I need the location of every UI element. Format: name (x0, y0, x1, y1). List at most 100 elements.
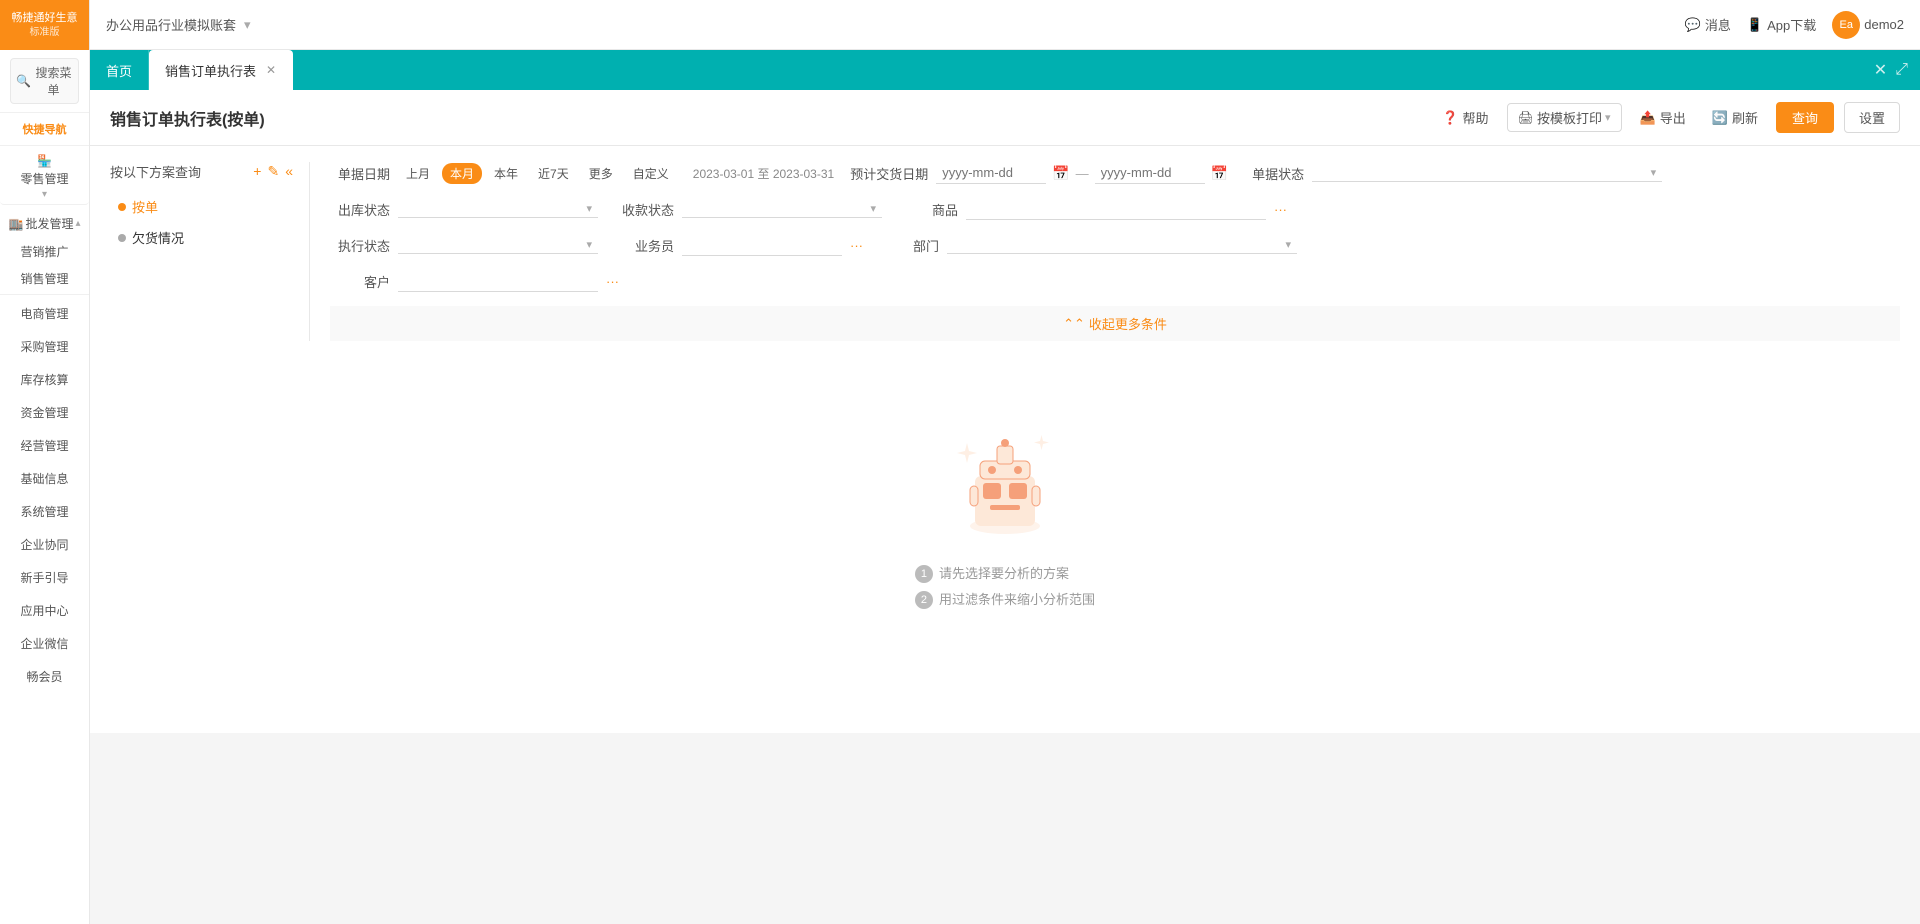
doc-status-select[interactable]: ▾ (1312, 164, 1662, 182)
filter-row-customer: 客户 ··· (330, 270, 1900, 292)
filter-customer-item: 客户 ··· (330, 270, 619, 292)
filter-salesperson-item: 业务员 ··· (614, 234, 863, 256)
date-cal-start-icon[interactable]: 📅 (1052, 165, 1069, 182)
page-header: 销售订单执行表(按单) ❓ 帮助 🖨 按模板打印 ▾ 📤 导出 🔄 刷新 (90, 90, 1920, 146)
active-dot (118, 203, 126, 211)
tip2-num: 2 (915, 591, 933, 609)
edit-scheme-button[interactable]: ✎ (267, 163, 279, 180)
sidebar-item-member[interactable]: 畅会员 (0, 660, 89, 693)
search-menu-button[interactable]: 🔍 搜索菜单 (10, 58, 79, 104)
inactive-dot (118, 234, 126, 242)
receipt-status-select[interactable]: ▾ (682, 200, 882, 218)
logo-text: 畅捷通好生意 标准版 (12, 11, 78, 38)
empty-tips: 1 请先选择要分析的方案 2 用过滤条件来缩小分析范围 (915, 561, 1095, 613)
filter-scheme-按单[interactable]: 按单 (110, 191, 293, 222)
header-breadcrumb: 办公用品行业模拟账套 (106, 15, 236, 34)
sidebar-item-corp-wechat[interactable]: 企业微信 (0, 627, 89, 660)
product-more-icon[interactable]: ··· (1274, 202, 1287, 217)
delivery-status-arrow-icon: ▾ (586, 202, 592, 215)
top-header: 办公用品行业模拟账套 ▾ 💬 消息 📱 App下载 Ea demo2 (90, 0, 1920, 50)
page-actions: ❓ 帮助 🖨 按模板打印 ▾ 📤 导出 🔄 刷新 查询 设置 (1434, 102, 1900, 133)
content-area: 销售订单执行表(按单) ❓ 帮助 🖨 按模板打印 ▾ 📤 导出 🔄 刷新 (90, 90, 1920, 924)
tab-sales-order-exec[interactable]: 销售订单执行表 ✕ (149, 50, 293, 90)
sidebar-item-sales[interactable]: 销售管理 (0, 265, 89, 292)
wholesale-icon: 🏬 (9, 217, 24, 231)
sidebar-item-purchase[interactable]: 采购管理 (0, 330, 89, 363)
filter-receipt-status-item: 收款状态 ▾ (614, 200, 882, 219)
exec-status-arrow-icon: ▾ (586, 238, 592, 251)
date-tab-7days[interactable]: 近7天 (530, 163, 577, 184)
date-tab-this-year[interactable]: 本年 (486, 163, 526, 184)
customer-more-icon[interactable]: ··· (606, 274, 619, 289)
sidebar-item-app-center[interactable]: 应用中心 (0, 594, 89, 627)
filter-delivery-status-item: 出库状态 ▾ (330, 200, 598, 219)
sidebar-logo[interactable]: 畅捷通好生意 标准版 (0, 0, 89, 50)
filter-department-item: 部门 ▾ (879, 236, 1900, 255)
sidebar-item-basic[interactable]: 基础信息 (0, 462, 89, 495)
delivery-status-select[interactable]: ▾ (398, 200, 598, 218)
sidebar-item-retail[interactable]: 🏪 零售管理 ▾ (0, 146, 89, 205)
sidebar: 畅捷通好生意 标准版 🔍 搜索菜单 快捷导航 🏪 零售管理 ▾ 🏬 批发管理 ▴… (0, 0, 90, 924)
filter-product-item: 商品 ··· (898, 198, 1900, 220)
collapse-left-button[interactable]: « (285, 163, 293, 180)
sidebar-item-system[interactable]: 系统管理 (0, 495, 89, 528)
filter-icons: + ✎ « (253, 163, 293, 180)
query-button[interactable]: 查询 (1776, 102, 1834, 133)
sidebar-item-wholesale[interactable]: 🏬 批发管理 ▴ (0, 209, 89, 238)
tab-home[interactable]: 首页 (90, 50, 149, 90)
customer-input[interactable] (398, 270, 598, 292)
quick-nav-label[interactable]: 快捷导航 (8, 117, 81, 141)
chevron-up-icon: ▴ (75, 218, 80, 229)
search-icon: 🔍 (16, 74, 31, 88)
filter-exec-status-item: 执行状态 ▾ (330, 236, 598, 255)
settings-button[interactable]: 设置 (1844, 102, 1900, 133)
refresh-icon: 🔄 (1712, 110, 1728, 126)
date-tab-last-month[interactable]: 上月 (398, 163, 438, 184)
product-label: 商品 (898, 200, 958, 219)
exec-status-select[interactable]: ▾ (398, 236, 598, 254)
date-cal-end-icon[interactable]: 📅 (1211, 165, 1228, 182)
product-input[interactable] (966, 198, 1266, 220)
salesperson-input[interactable] (682, 234, 842, 256)
date-tab-more[interactable]: 更多 (581, 163, 621, 184)
export-button[interactable]: 📤 导出 (1632, 104, 1694, 131)
export-icon: 📤 (1640, 110, 1656, 126)
header-right: 💬 消息 📱 App下载 Ea demo2 (1685, 11, 1904, 39)
empty-state: 1 请先选择要分析的方案 2 用过滤条件来缩小分析范围 (90, 341, 1920, 733)
date-tab-custom[interactable]: 自定义 (625, 163, 677, 184)
sidebar-item-marketing[interactable]: 营销推广 (0, 238, 89, 265)
sidebar-item-newbie[interactable]: 新手引导 (0, 561, 89, 594)
expected-date-start[interactable] (936, 162, 1046, 184)
filter-section: 按以下方案查询 + ✎ « 按单 欠货情况 (90, 146, 1920, 341)
tab-actions: ✕ ⤢ (1874, 60, 1920, 80)
refresh-button[interactable]: 🔄 刷新 (1704, 104, 1766, 131)
sidebar-item-ecommerce[interactable]: 电商管理 (0, 297, 89, 330)
help-button[interactable]: ❓ 帮助 (1434, 104, 1496, 131)
filter-scheme-欠货情况[interactable]: 欠货情况 (110, 222, 293, 253)
add-scheme-button[interactable]: + (253, 163, 261, 180)
receipt-status-label: 收款状态 (614, 200, 674, 219)
message-button[interactable]: 💬 消息 (1685, 15, 1731, 34)
user-profile[interactable]: Ea demo2 (1832, 11, 1904, 39)
tab-close-icon[interactable]: ✕ (266, 63, 276, 77)
filter-left-title: 按以下方案查询 + ✎ « (110, 162, 293, 181)
date-tab-this-month[interactable]: 本月 (442, 163, 482, 184)
sidebar-item-enterprise[interactable]: 企业协同 (0, 528, 89, 561)
tab-expand-button[interactable]: ⤢ (1895, 61, 1908, 79)
app-download-button[interactable]: 📱 App下载 (1747, 15, 1816, 34)
collapse-button[interactable]: ⌃⌃ 收起更多条件 (330, 306, 1900, 341)
sidebar-item-operations[interactable]: 经营管理 (0, 429, 89, 462)
salesperson-more-icon[interactable]: ··· (850, 238, 863, 253)
print-button[interactable]: 🖨 按模板打印 ▾ (1507, 103, 1622, 132)
department-select[interactable]: ▾ (947, 236, 1297, 254)
tab-close-button[interactable]: ✕ (1874, 60, 1887, 80)
sidebar-item-finance[interactable]: 资金管理 (0, 396, 89, 429)
sidebar-item-inventory[interactable]: 库存核算 (0, 363, 89, 396)
sidebar-search-area: 🔍 搜索菜单 (0, 50, 89, 113)
empty-illustration (945, 421, 1065, 541)
delivery-status-label: 出库状态 (330, 200, 390, 219)
breadcrumb-dropdown-icon[interactable]: ▾ (244, 17, 251, 33)
quick-nav-section: 快捷导航 (0, 113, 89, 146)
date-range-display: 2023-03-01 至 2023-03-31 (693, 165, 834, 182)
expected-date-end[interactable] (1095, 162, 1205, 184)
